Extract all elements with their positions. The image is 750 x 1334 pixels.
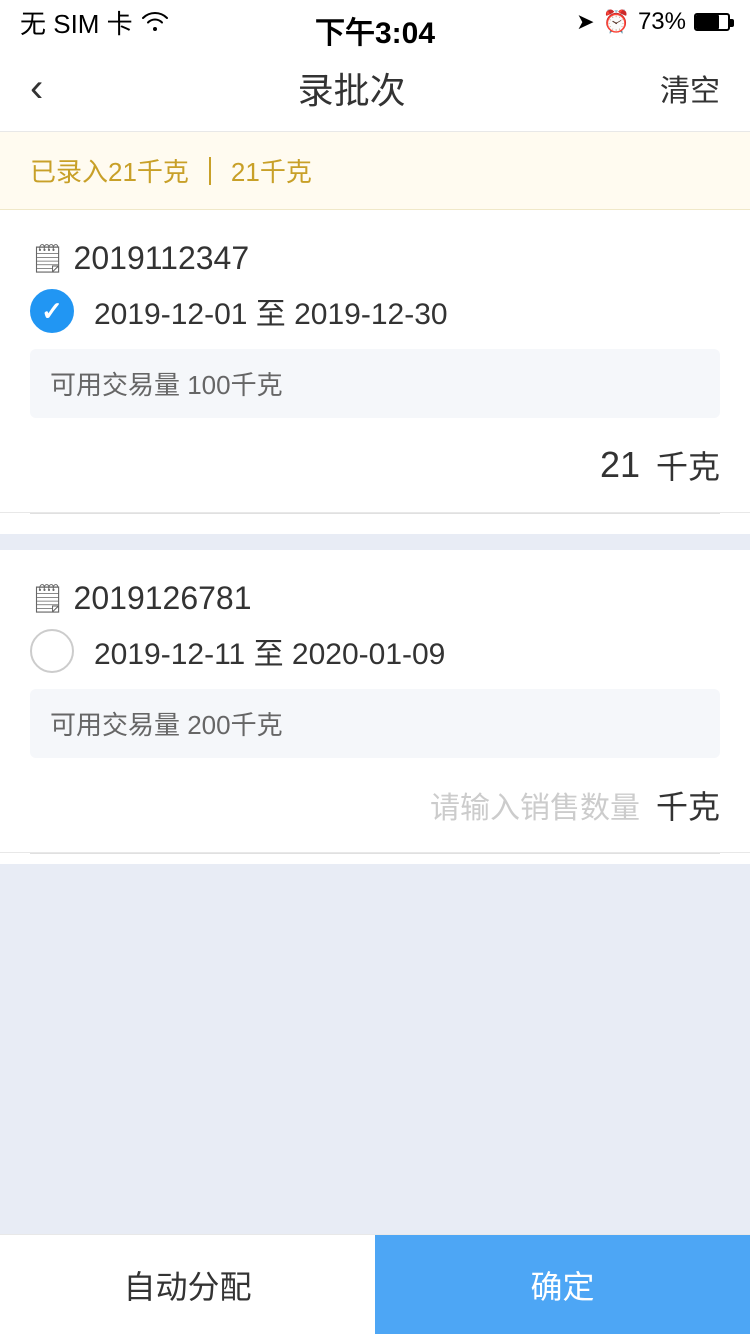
batch-2-quantity-row: 请输入销售数量 千克 [0, 758, 750, 853]
batch-2-quantity-placeholder: 请输入销售数量 [430, 783, 640, 827]
carrier-text: 无 SIM 卡 [20, 4, 133, 41]
back-button[interactable]: ‹ [30, 68, 43, 108]
batch-2-number: 2019126781 [74, 580, 252, 617]
batch-2-availability: 可用交易量 200千克 [30, 689, 720, 758]
page-title: 录批次 [298, 62, 406, 114]
confirm-button[interactable]: 确定 [375, 1235, 750, 1334]
summary-bar: 已录入21千克 21千克 [0, 132, 750, 210]
status-time: 下午3:04 [315, 8, 435, 52]
batch-1-availability: 可用交易量 100千克 [30, 349, 720, 418]
batch-2-unit: 千克 [656, 782, 720, 828]
batch-item-2-content: 🗒 2019126781 2019-12-11 至 2020-01-09 可用交… [0, 550, 750, 758]
batch-1-radio[interactable] [30, 289, 74, 333]
wifi-icon [141, 7, 169, 38]
batch-1-number: 2019112347 [74, 240, 250, 277]
battery-text: 73% [638, 8, 686, 36]
batch-1-quantity-entered: 21 [600, 444, 640, 486]
section-divider [0, 534, 750, 550]
batch-item-2: 🗒 2019126781 2019-12-11 至 2020-01-09 可用交… [0, 550, 750, 864]
status-left: 无 SIM 卡 [20, 4, 169, 41]
battery-icon [694, 13, 730, 31]
batch-2-date-row[interactable]: 2019-12-11 至 2020-01-09 [30, 629, 720, 673]
status-bar: 无 SIM 卡 下午3:04 ➤ ⏰ 73% [0, 0, 750, 44]
batch-1-quantity-row: 21 千克 [0, 418, 750, 513]
batch-2-radio[interactable] [30, 629, 74, 673]
batch-1-bottom-space [0, 514, 750, 534]
summary-value: 21千克 [231, 152, 312, 189]
batch-item-1-content: 🗒 2019112347 2019-12-01 至 2019-12-30 可用交… [0, 210, 750, 418]
batch-2-header: 🗒 2019126781 [30, 580, 720, 617]
bottom-actions: 自动分配 确定 [0, 1234, 750, 1334]
nav-bar: ‹ 录批次 清空 [0, 44, 750, 132]
batch-1-date-row[interactable]: 2019-12-01 至 2019-12-30 [30, 289, 720, 333]
status-right: ➤ ⏰ 73% [576, 8, 730, 36]
batch-2-icon: 🗒 [30, 582, 66, 615]
batch-1-header: 🗒 2019112347 [30, 240, 720, 277]
alarm-icon: ⏰ [603, 9, 630, 35]
batch-2-bottom-space [0, 854, 750, 864]
location-icon: ➤ [576, 9, 594, 35]
batch-item-1: 🗒 2019112347 2019-12-01 至 2019-12-30 可用交… [0, 210, 750, 534]
summary-divider [209, 157, 211, 185]
batch-1-date: 2019-12-01 至 2019-12-30 [94, 289, 448, 333]
summary-label: 已录入21千克 [30, 152, 189, 189]
batch-1-unit: 千克 [656, 442, 720, 488]
clear-button[interactable]: 清空 [660, 66, 720, 110]
batch-2-date: 2019-12-11 至 2020-01-09 [94, 629, 445, 673]
auto-assign-button[interactable]: 自动分配 [0, 1235, 375, 1334]
batch-1-icon: 🗒 [30, 242, 66, 275]
